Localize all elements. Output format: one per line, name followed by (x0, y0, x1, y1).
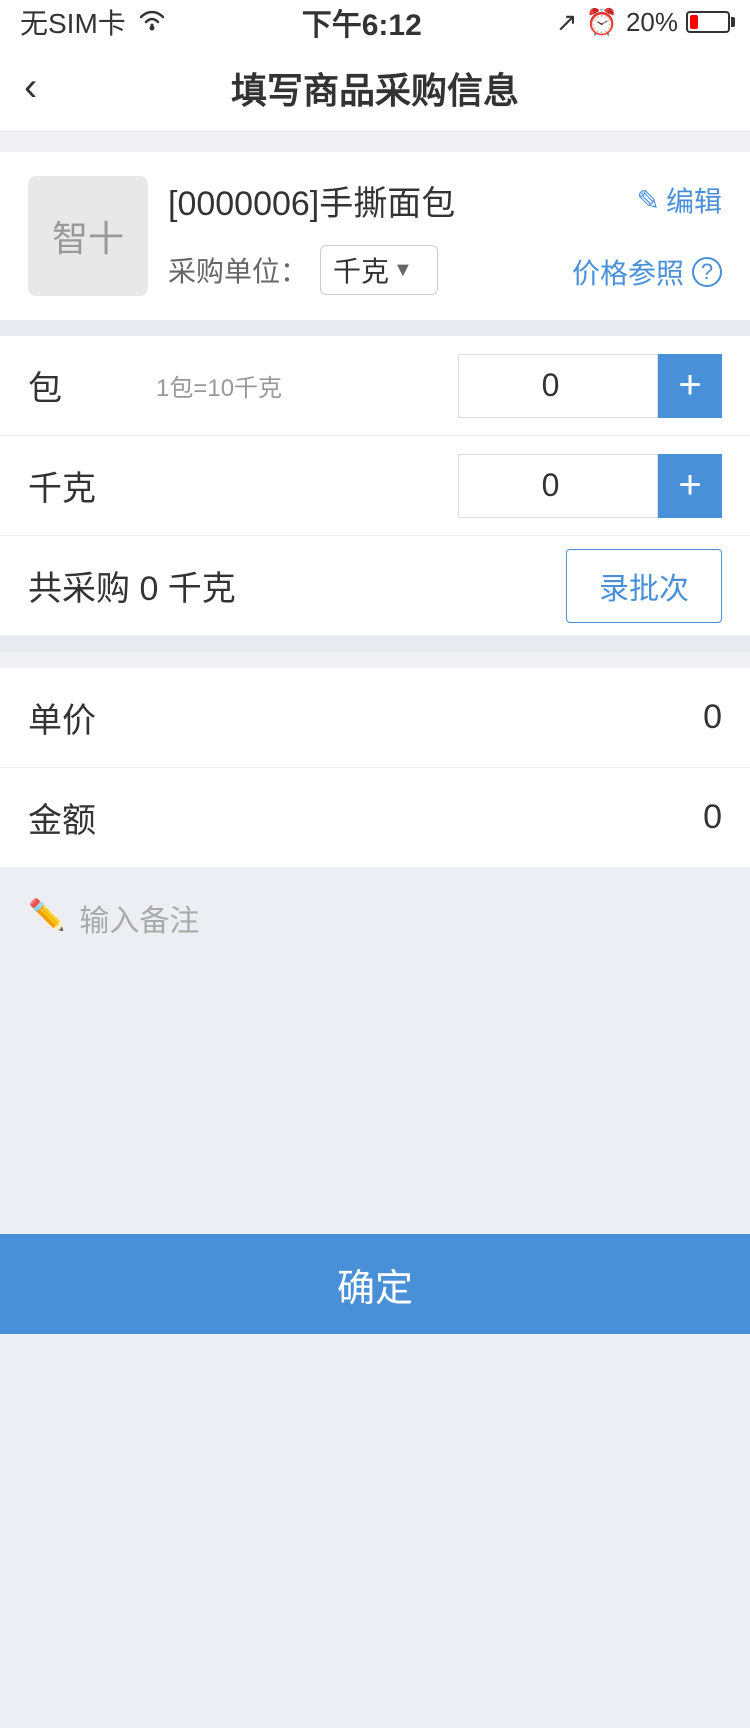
status-bar: 无SIM卡 下午6:12 ↗ ⏰ 20% (0, 0, 750, 44)
bag-sublabel: 1包=10千克 (156, 368, 458, 403)
confirm-button[interactable]: 确定 (0, 1234, 750, 1334)
kg-number-input[interactable] (458, 454, 658, 518)
notes-placeholder: 输入备注 (79, 896, 199, 940)
summary-text: 共采购 0 千克 (28, 561, 566, 610)
input-section: 包 1包=10千克 + 千克 + (0, 336, 750, 536)
amount-row: 金额 0 (0, 768, 750, 868)
unit-label: 采购单位： (168, 250, 308, 290)
price-ref-help-icon: ? (692, 257, 722, 287)
product-image: 智十 (28, 176, 148, 296)
batch-button[interactable]: 录批次 (566, 549, 722, 623)
kg-label: 千克 (28, 461, 148, 510)
status-right: ↗ ⏰ 20% (556, 7, 730, 38)
price-ref-label: 价格参照 (572, 252, 684, 292)
back-button[interactable]: ‹ (24, 65, 37, 110)
chevron-down-icon: ▼ (393, 259, 413, 282)
page-title: 填写商品采购信息 (231, 62, 519, 114)
kg-plus-button[interactable]: + (658, 454, 722, 518)
bag-input-row: 包 1包=10千克 + (0, 336, 750, 436)
battery-percent: 20% (626, 7, 678, 38)
unit-select[interactable]: 千克 ▼ (320, 245, 438, 295)
location-icon: ↗ (556, 7, 578, 38)
product-card: 智十 [0000006]手撕面包 采购单位： 千克 ▼ ✎ 编辑 价格参照 ? (0, 152, 750, 320)
status-left: 无SIM卡 (20, 2, 168, 42)
unit-price-row: 单价 0 (0, 668, 750, 768)
main-content-area (0, 1048, 750, 1728)
nav-bar: ‹ 填写商品采购信息 (0, 44, 750, 132)
alarm-icon: ⏰ (586, 7, 618, 38)
kg-input-control: + (458, 454, 722, 518)
bag-input-control: + (458, 354, 722, 418)
edit-icon: ✎ (637, 184, 660, 217)
price-ref-link[interactable]: 价格参照 ? (572, 252, 722, 292)
section-separator-2 (0, 636, 750, 652)
edit-link[interactable]: ✎ 编辑 (637, 180, 722, 220)
unit-price-label: 单价 (28, 693, 703, 742)
unit-value: 千克 (333, 250, 389, 290)
bag-plus-button[interactable]: + (658, 354, 722, 418)
pencil-icon: ✏️ (28, 898, 65, 933)
status-time: 下午6:12 (302, 0, 422, 44)
kg-input-row: 千克 + (0, 436, 750, 536)
bag-number-input[interactable] (458, 354, 658, 418)
amount-label: 金额 (28, 793, 703, 842)
wifi-icon (136, 6, 168, 38)
section-separator-1 (0, 320, 750, 336)
bag-label: 包 (28, 361, 148, 410)
product-image-label: 智十 (52, 210, 124, 262)
edit-label: 编辑 (666, 180, 722, 220)
summary-row: 共采购 0 千克 录批次 (0, 536, 750, 636)
carrier-text: 无SIM卡 (20, 2, 126, 42)
notes-section[interactable]: ✏️ 输入备注 (0, 868, 750, 1048)
price-section: 单价 0 金额 0 (0, 668, 750, 868)
battery-icon (686, 11, 730, 33)
unit-price-value: 0 (703, 698, 722, 737)
amount-value: 0 (703, 798, 722, 837)
